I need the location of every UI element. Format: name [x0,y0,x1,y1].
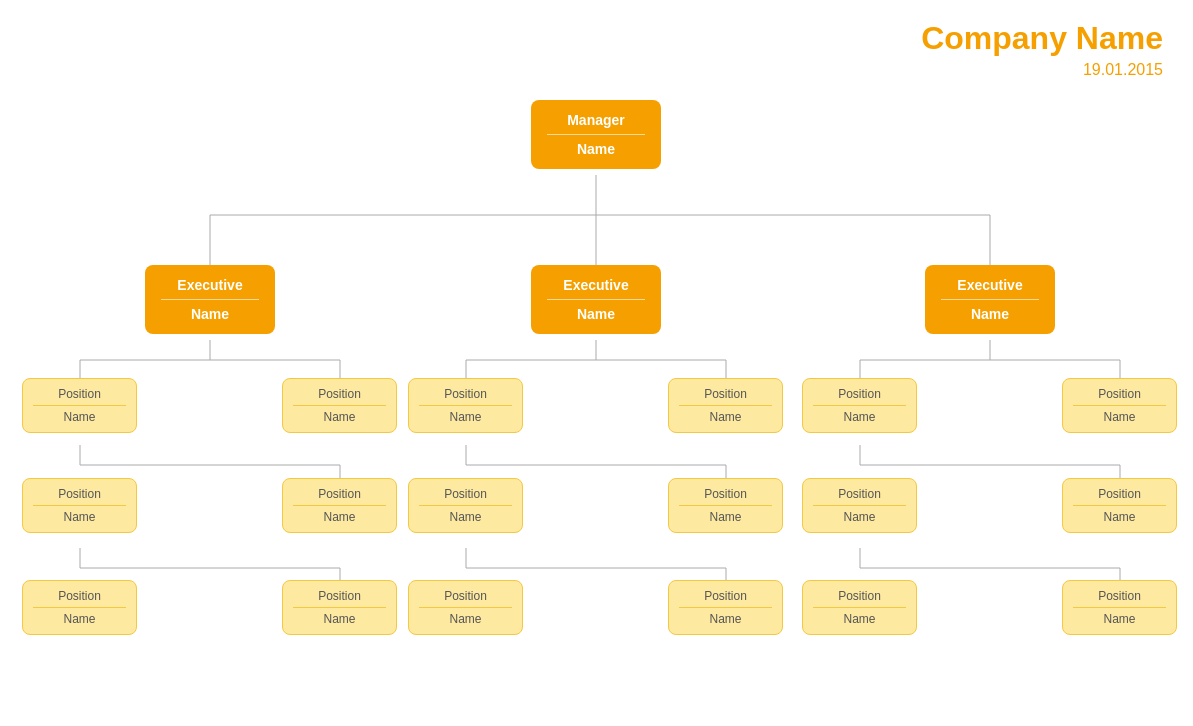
pos5-name: Name [813,410,906,424]
pos6-title: Position [1073,387,1166,406]
exec3-name: Name [941,306,1039,322]
exec-node-1: Executive Name [145,265,275,334]
manager-name: Name [547,141,645,157]
pos-node-10: Position Name [668,478,783,533]
pos-node-4: Position Name [668,378,783,433]
pos-node-3: Position Name [408,378,523,433]
pos11-title: Position [813,487,906,506]
exec2-title: Executive [547,277,645,300]
pos-node-12: Position Name [1062,478,1177,533]
pos9-title: Position [419,487,512,506]
exec1-title: Executive [161,277,259,300]
pos-node-11: Position Name [802,478,917,533]
pos15-title: Position [419,589,512,608]
pos-node-17: Position Name [802,580,917,635]
pos6-name: Name [1073,410,1166,424]
pos3-name: Name [419,410,512,424]
pos5-title: Position [813,387,906,406]
pos16-title: Position [679,589,772,608]
pos1-name: Name [33,410,126,424]
pos-node-8: Position Name [282,478,397,533]
pos12-name: Name [1073,510,1166,524]
org-chart: Company Name 19.01.2015 [0,0,1193,726]
pos-node-18: Position Name [1062,580,1177,635]
pos11-name: Name [813,510,906,524]
pos14-name: Name [293,612,386,626]
pos1-title: Position [33,387,126,406]
pos10-name: Name [679,510,772,524]
pos4-title: Position [679,387,772,406]
pos-node-14: Position Name [282,580,397,635]
pos-node-15: Position Name [408,580,523,635]
pos-node-13: Position Name [22,580,137,635]
pos18-title: Position [1073,589,1166,608]
pos-node-5: Position Name [802,378,917,433]
exec-node-2: Executive Name [531,265,661,334]
pos4-name: Name [679,410,772,424]
pos8-title: Position [293,487,386,506]
pos-node-2: Position Name [282,378,397,433]
manager-title: Manager [547,112,645,135]
exec2-name: Name [547,306,645,322]
pos2-title: Position [293,387,386,406]
pos-node-1: Position Name [22,378,137,433]
pos14-title: Position [293,589,386,608]
pos17-title: Position [813,589,906,608]
pos-node-6: Position Name [1062,378,1177,433]
pos7-title: Position [33,487,126,506]
pos3-title: Position [419,387,512,406]
pos12-title: Position [1073,487,1166,506]
exec-node-3: Executive Name [925,265,1055,334]
manager-node: Manager Name [531,100,661,169]
company-date: 19.01.2015 [921,61,1163,79]
pos16-name: Name [679,612,772,626]
pos17-name: Name [813,612,906,626]
pos-node-16: Position Name [668,580,783,635]
pos13-name: Name [33,612,126,626]
pos8-name: Name [293,510,386,524]
pos-node-9: Position Name [408,478,523,533]
company-header: Company Name 19.01.2015 [921,20,1163,79]
pos10-title: Position [679,487,772,506]
pos2-name: Name [293,410,386,424]
pos18-name: Name [1073,612,1166,626]
pos-node-7: Position Name [22,478,137,533]
pos7-name: Name [33,510,126,524]
company-name: Company Name [921,20,1163,57]
pos9-name: Name [419,510,512,524]
pos13-title: Position [33,589,126,608]
exec3-title: Executive [941,277,1039,300]
pos15-name: Name [419,612,512,626]
exec1-name: Name [161,306,259,322]
